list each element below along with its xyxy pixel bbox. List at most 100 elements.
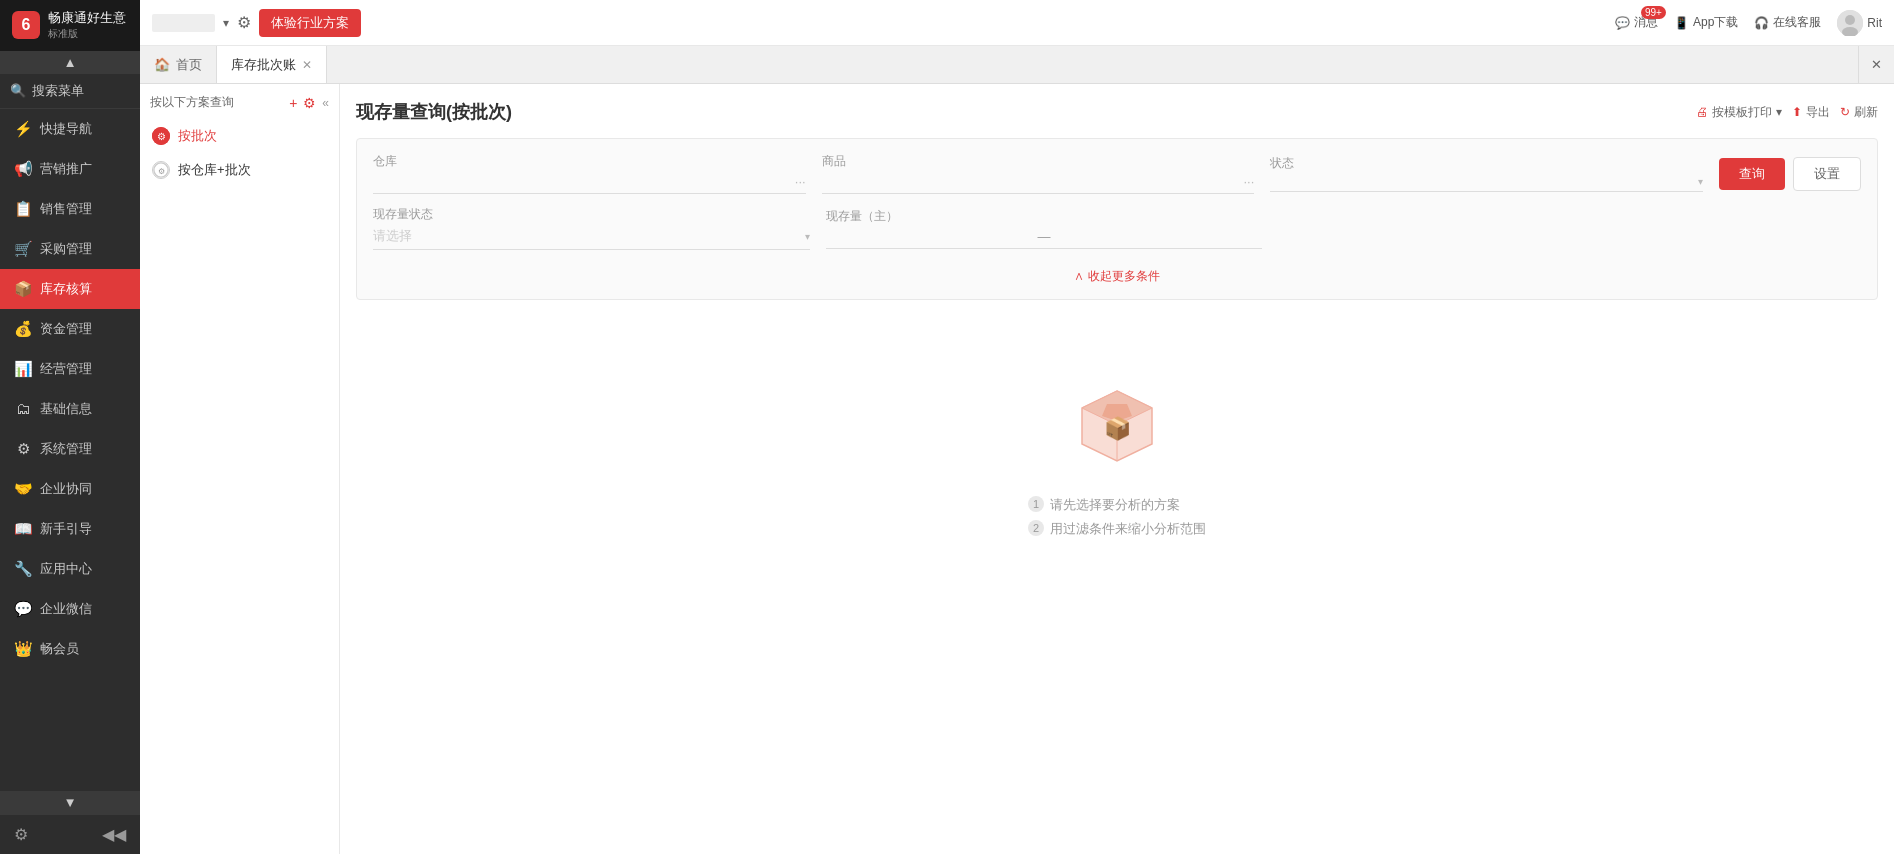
- sidebar-item-label: 营销推广: [40, 160, 92, 178]
- collapse-more-btn[interactable]: ∧ 收起更多条件: [373, 262, 1861, 285]
- sidebar-item-label: 采购管理: [40, 240, 92, 258]
- sidebar-scroll-down[interactable]: ▼: [0, 791, 140, 814]
- scheme-header-label: 按以下方案查询: [150, 94, 234, 111]
- settings-bottom-icon[interactable]: ⚙: [14, 825, 28, 844]
- tab-inventory-batch[interactable]: 库存批次账 ✕: [217, 46, 327, 83]
- breadcrumb-dropdown-icon[interactable]: ▾: [223, 16, 229, 30]
- refresh-label: 刷新: [1854, 104, 1878, 121]
- topbar-settings-icon[interactable]: ⚙: [237, 13, 251, 32]
- collapse-sidebar-icon[interactable]: ◀◀: [102, 825, 126, 844]
- purchase-icon: 🛒: [14, 240, 32, 258]
- tabbar: 🏠 首页 库存批次账 ✕ ✕: [140, 46, 1894, 84]
- add-scheme-icon[interactable]: +: [289, 95, 297, 111]
- content-area: 按以下方案查询 + ⚙ « ⚙ 按批次 ⚙ 按仓库+批次: [140, 84, 1894, 854]
- user-menu[interactable]: Rit: [1837, 10, 1882, 36]
- sidebar-scroll-up[interactable]: ▲: [0, 51, 140, 74]
- settings-button[interactable]: 设置: [1793, 157, 1861, 191]
- operations-icon: 📊: [14, 360, 32, 378]
- stock-qty-from[interactable]: [826, 229, 1030, 244]
- sidebar-bottom: ⚙ ◀◀: [0, 814, 140, 854]
- app-download-label: App下载: [1693, 14, 1738, 31]
- tab-panel-close[interactable]: ✕: [1858, 46, 1894, 83]
- main-area: ▾ ⚙ 体验行业方案 💬 消息 99+ 📱 App下载 🎧 在线客服: [140, 0, 1894, 854]
- tab-home[interactable]: 🏠 首页: [140, 46, 217, 83]
- warehouse-input[interactable]: [373, 174, 789, 189]
- tip-text-2: 用过滤条件来缩小分析范围: [1050, 520, 1206, 538]
- sidebar-item-system[interactable]: ⚙ 系统管理: [0, 429, 140, 469]
- sidebar-item-label: 企业协同: [40, 480, 92, 498]
- export-label: 导出: [1806, 104, 1830, 121]
- trial-btn[interactable]: 体验行业方案: [259, 9, 361, 37]
- scheme-collapse-icon[interactable]: «: [322, 96, 329, 110]
- sidebar-item-newbie[interactable]: 📖 新手引导: [0, 509, 140, 549]
- messages-btn[interactable]: 💬 消息 99+: [1615, 14, 1658, 31]
- scheme-panel: 按以下方案查询 + ⚙ « ⚙ 按批次 ⚙ 按仓库+批次: [140, 84, 340, 854]
- scheme-settings-icon[interactable]: ⚙: [303, 95, 316, 111]
- status-label: 状态: [1270, 155, 1703, 172]
- sidebar-item-app-center[interactable]: 🔧 应用中心: [0, 549, 140, 589]
- page-actions: 🖨 按模板打印 ▾ ⬆ 导出 ↻ 刷新: [1696, 104, 1878, 121]
- status-select[interactable]: ▾: [1270, 176, 1703, 192]
- empty-tip-1: 1 请先选择要分析的方案: [1028, 496, 1206, 514]
- product-input[interactable]: [822, 174, 1238, 189]
- scheme-item-label: 按仓库+批次: [178, 161, 251, 179]
- app-download-btn[interactable]: 📱 App下载: [1674, 14, 1738, 31]
- svg-text:📦: 📦: [1104, 415, 1132, 442]
- stock-status-field: 现存量状态 请选择 ▾: [373, 206, 810, 250]
- product-input-row: ···: [822, 174, 1255, 194]
- home-icon: 🏠: [154, 57, 170, 72]
- sidebar-item-label: 企业微信: [40, 600, 92, 618]
- sidebar-item-marketing[interactable]: 📢 营销推广: [0, 149, 140, 189]
- svg-point-1: [1845, 15, 1855, 25]
- stock-qty-to[interactable]: [1059, 229, 1263, 244]
- app-center-icon: 🔧: [14, 560, 32, 578]
- sidebar-item-label: 基础信息: [40, 400, 92, 418]
- tab-close-icon[interactable]: ✕: [302, 58, 312, 72]
- filter-row-1: 仓库 ··· 商品 ···: [373, 153, 1861, 194]
- query-button[interactable]: 查询: [1719, 158, 1785, 190]
- tab-inventory-label: 库存批次账: [231, 56, 296, 74]
- stock-status-select[interactable]: 请选择 ▾: [373, 227, 810, 250]
- stock-qty-label: 现存量（主）: [826, 208, 1263, 225]
- tip-text-1: 请先选择要分析的方案: [1050, 496, 1180, 514]
- sidebar-item-label: 新手引导: [40, 520, 92, 538]
- sidebar-item-operations[interactable]: 📊 经营管理: [0, 349, 140, 389]
- warehouse-more-icon[interactable]: ···: [795, 174, 806, 189]
- sidebar-item-label: 快捷导航: [40, 120, 92, 138]
- print-btn[interactable]: 🖨 按模板打印 ▾: [1696, 104, 1782, 121]
- scheme-dot-inactive: ⚙: [152, 161, 170, 179]
- sidebar-item-wechat[interactable]: 💬 企业微信: [0, 589, 140, 629]
- product-more-icon[interactable]: ···: [1244, 174, 1255, 189]
- print-dropdown-icon[interactable]: ▾: [1776, 105, 1782, 119]
- svg-text:⚙: ⚙: [158, 167, 165, 176]
- app-subtitle: 标准版: [48, 27, 126, 41]
- headphone-icon: 🎧: [1754, 16, 1769, 30]
- vip-icon: 👑: [14, 640, 32, 658]
- sidebar-item-label: 销售管理: [40, 200, 92, 218]
- export-btn[interactable]: ⬆ 导出: [1792, 104, 1830, 121]
- warehouse-input-row: ···: [373, 174, 806, 194]
- query-content: 现存量查询(按批次) 🖨 按模板打印 ▾ ⬆ 导出 ↻ 刷新: [340, 84, 1894, 854]
- sidebar-item-basic-info[interactable]: 🗂 基础信息: [0, 389, 140, 429]
- search-menu[interactable]: 🔍 搜索菜单: [0, 74, 140, 109]
- search-icon: 🔍: [10, 83, 26, 98]
- basic-info-icon: 🗂: [14, 400, 32, 417]
- sidebar-item-finance[interactable]: 💰 资金管理: [0, 309, 140, 349]
- refresh-icon: ↻: [1840, 105, 1850, 119]
- sidebar-item-sales[interactable]: 📋 销售管理: [0, 189, 140, 229]
- print-icon: 🖨: [1696, 105, 1708, 119]
- online-service-label: 在线客服: [1773, 14, 1821, 31]
- message-icon: 💬: [1615, 16, 1630, 30]
- sidebar-item-inventory[interactable]: 📦 库存核算: [0, 269, 140, 309]
- sidebar-item-vip[interactable]: 👑 畅会员: [0, 629, 140, 669]
- online-service-btn[interactable]: 🎧 在线客服: [1754, 14, 1821, 31]
- scheme-item-warehouse-batch[interactable]: ⚙ 按仓库+批次: [140, 153, 339, 187]
- avatar: [1837, 10, 1863, 36]
- scheme-item-batch[interactable]: ⚙ 按批次: [140, 119, 339, 153]
- sidebar-item-enterprise[interactable]: 🤝 企业协同: [0, 469, 140, 509]
- sidebar-item-quick-nav[interactable]: ⚡ 快捷导航: [0, 109, 140, 149]
- sidebar-item-purchase[interactable]: 🛒 采购管理: [0, 229, 140, 269]
- breadcrumb: [152, 14, 215, 32]
- refresh-btn[interactable]: ↻ 刷新: [1840, 104, 1878, 121]
- export-icon: ⬆: [1792, 105, 1802, 119]
